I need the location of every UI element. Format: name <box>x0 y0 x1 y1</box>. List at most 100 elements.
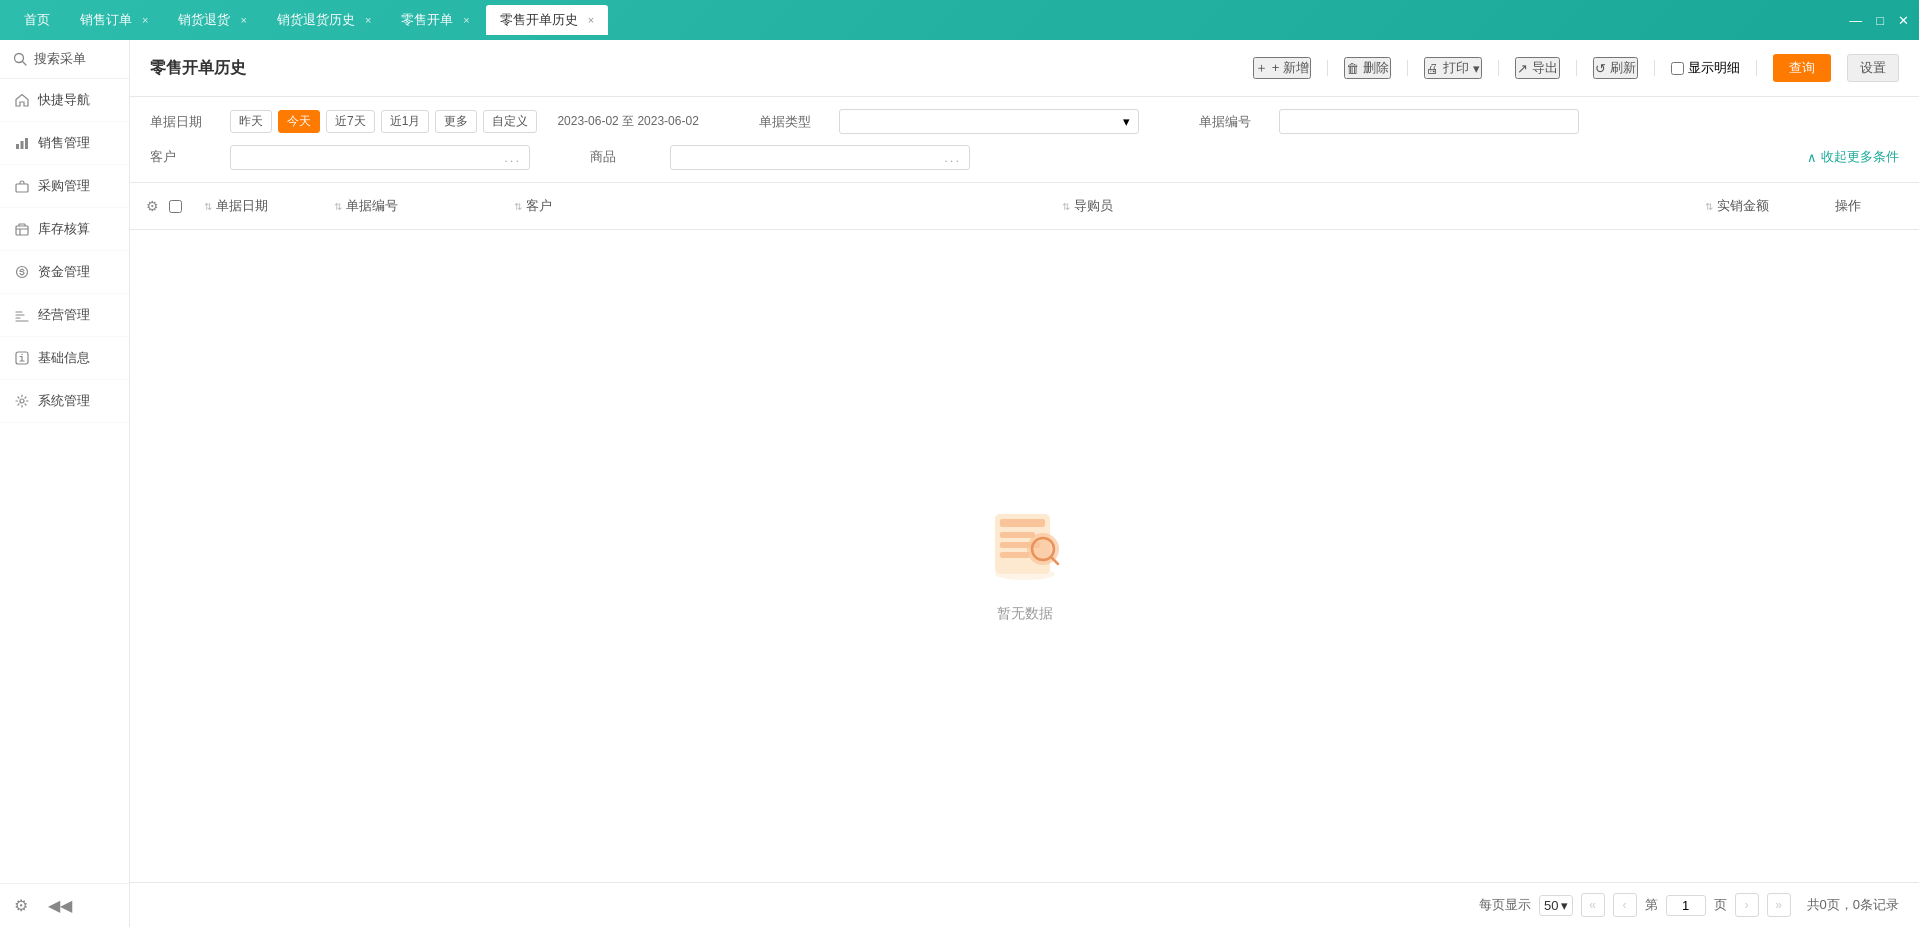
tab-retail-open-history-close[interactable]: × <box>588 14 594 26</box>
sidebar-item-inventory[interactable]: 库存核算 <box>0 208 129 251</box>
th-date[interactable]: ⇅ 单据日期 <box>192 191 322 221</box>
display-detail-input[interactable] <box>1671 62 1684 75</box>
add-icon: ＋ <box>1255 59 1268 77</box>
delete-button[interactable]: 🗑 删除 <box>1344 57 1391 79</box>
svg-line-1 <box>23 62 27 66</box>
sidebar-item-finance-label: 资金管理 <box>38 263 90 281</box>
tab-retail-open-label: 零售开单 <box>401 11 453 29</box>
export-button[interactable]: ↗ 导出 <box>1515 57 1560 79</box>
date-btn-7days[interactable]: 近7天 <box>326 110 375 133</box>
toolbar-divider-6 <box>1756 60 1757 76</box>
svg-rect-14 <box>1000 532 1035 538</box>
filter-area: 单据日期 昨天 今天 近7天 近1月 更多 自定义 2023-06-02 至 2… <box>130 97 1919 183</box>
goods-select[interactable]: ... <box>670 145 970 170</box>
sort-amount-icon: ⇅ <box>1705 201 1713 212</box>
sidebar-item-inventory-label: 库存核算 <box>38 220 90 238</box>
export-icon: ↗ <box>1517 61 1528 76</box>
tab-sales-order[interactable]: 销售订单 × <box>66 5 162 35</box>
sidebar-item-basic-info[interactable]: 基础信息 <box>0 337 129 380</box>
tab-sales-order-close[interactable]: × <box>142 14 148 26</box>
delete-icon: 🗑 <box>1346 61 1359 76</box>
date-range-display: 2023-06-02 至 2023-06-02 <box>557 113 698 130</box>
th-customer[interactable]: ⇅ 客户 <box>502 191 1050 221</box>
collapse-conditions[interactable]: ∧ 收起更多条件 <box>1807 144 1899 170</box>
toolbar-divider-1 <box>1327 60 1328 76</box>
per-page-select[interactable]: 50 ▾ <box>1539 895 1572 916</box>
table-toolbar: ⚙ ⇅ 单据日期 ⇅ 单据编号 ⇅ 客户 <box>130 183 1919 230</box>
svg-point-10 <box>20 399 24 403</box>
customer-select[interactable]: ... <box>230 145 530 170</box>
th-action: 操作 <box>1823 191 1903 221</box>
page-number-input[interactable] <box>1666 895 1706 916</box>
tab-retail-open-close[interactable]: × <box>463 14 469 26</box>
sidebar-item-sales-mgmt[interactable]: 销售管理 <box>0 122 129 165</box>
settings-button[interactable]: 设置 <box>1847 54 1899 82</box>
tab-bar: 首页 销售订单 × 销货退货 × 销货退货历史 × 零售开单 × 零售开单历史 … <box>10 5 1849 35</box>
toolbar-divider-4 <box>1576 60 1577 76</box>
doc-type-select[interactable]: ▾ <box>839 109 1139 134</box>
tab-home-label: 首页 <box>24 11 50 29</box>
print-button[interactable]: 🖨 打印 ▾ <box>1424 57 1482 79</box>
first-page-button[interactable]: « <box>1581 893 1605 917</box>
th-guide[interactable]: ⇅ 导购员 <box>1050 191 1170 221</box>
prev-page-button[interactable]: ‹ <box>1613 893 1637 917</box>
sidebar-item-system[interactable]: 系统管理 <box>0 380 129 423</box>
sidebar-search-label: 搜索采单 <box>34 50 86 68</box>
table-column-settings-icon[interactable]: ⚙ <box>146 198 159 214</box>
display-detail-checkbox[interactable]: 显示明细 <box>1671 59 1740 77</box>
sidebar-item-quick-nav[interactable]: 快捷导航 <box>0 79 129 122</box>
query-button[interactable]: 查询 <box>1773 54 1831 82</box>
empty-text: 暂无数据 <box>997 605 1053 623</box>
th-customer-label: 客户 <box>526 197 552 215</box>
toolbar-divider-3 <box>1498 60 1499 76</box>
tab-sales-return-label: 销货退货 <box>178 11 230 29</box>
content-area: 零售开单历史 ＋ + 新增 🗑 删除 🖨 打印 ▾ <box>130 40 1919 927</box>
window-close-button[interactable]: ✕ <box>1898 13 1909 28</box>
tab-sales-return-close[interactable]: × <box>240 14 246 26</box>
date-btn-yesterday[interactable]: 昨天 <box>230 110 272 133</box>
search-icon <box>12 51 28 67</box>
tab-sales-return-history-close[interactable]: × <box>365 14 371 26</box>
window-min-button[interactable]: — <box>1849 13 1862 28</box>
sidebar-item-purchase-mgmt[interactable]: 采购管理 <box>0 165 129 208</box>
add-button[interactable]: ＋ + 新增 <box>1253 57 1311 79</box>
bag-icon <box>14 178 30 194</box>
toolbar-divider-2 <box>1407 60 1408 76</box>
window-max-button[interactable]: □ <box>1876 13 1884 28</box>
settings-bottom-icon[interactable]: ⚙ <box>14 896 28 915</box>
th-amount[interactable]: ⇅ 实销金额 <box>1693 191 1823 221</box>
tab-retail-open[interactable]: 零售开单 × <box>387 5 483 35</box>
table-select-all-checkbox[interactable] <box>169 200 182 213</box>
sidebar-item-operation[interactable]: 经营管理 <box>0 294 129 337</box>
tab-sales-return[interactable]: 销货退货 × <box>164 5 260 35</box>
th-date-label: 单据日期 <box>216 197 268 215</box>
page-prefix-label: 第 <box>1645 896 1658 914</box>
tab-home[interactable]: 首页 <box>10 5 64 35</box>
collapse-sidebar-icon[interactable]: ◀◀ <box>48 896 72 915</box>
date-options-group: 昨天 今天 近7天 近1月 更多 自定义 <box>230 110 537 133</box>
date-btn-today[interactable]: 今天 <box>278 110 320 133</box>
refresh-button[interactable]: ↺ 刷新 <box>1593 57 1638 79</box>
date-btn-custom[interactable]: 自定义 <box>483 110 537 133</box>
last-page-button[interactable]: » <box>1767 893 1791 917</box>
sidebar-search[interactable]: 搜索采单 <box>0 40 129 79</box>
sidebar-item-purchase-mgmt-label: 采购管理 <box>38 177 90 195</box>
per-page-label: 每页显示 <box>1479 896 1531 914</box>
date-filter-label: 单据日期 <box>150 113 210 131</box>
filter-row-1: 单据日期 昨天 今天 近7天 近1月 更多 自定义 2023-06-02 至 2… <box>150 109 1899 134</box>
tab-retail-open-history[interactable]: 零售开单历史 × <box>486 5 608 35</box>
per-page-value: 50 <box>1544 898 1558 913</box>
date-btn-1month[interactable]: 近1月 <box>381 110 430 133</box>
date-btn-more[interactable]: 更多 <box>435 110 477 133</box>
tab-sales-return-history[interactable]: 销货退货历史 × <box>263 5 385 35</box>
bar-icon <box>14 307 30 323</box>
collapse-label: 收起更多条件 <box>1821 148 1899 166</box>
tab-sales-return-history-label: 销货退货历史 <box>277 11 355 29</box>
th-num[interactable]: ⇅ 单据编号 <box>322 191 502 221</box>
print-dropdown-icon: ▾ <box>1473 61 1480 76</box>
sort-date-icon: ⇅ <box>204 201 212 212</box>
next-page-button[interactable]: › <box>1735 893 1759 917</box>
sidebar-item-finance[interactable]: 资金管理 <box>0 251 129 294</box>
doc-num-input[interactable] <box>1279 109 1579 134</box>
sidebar-item-operation-label: 经营管理 <box>38 306 90 324</box>
